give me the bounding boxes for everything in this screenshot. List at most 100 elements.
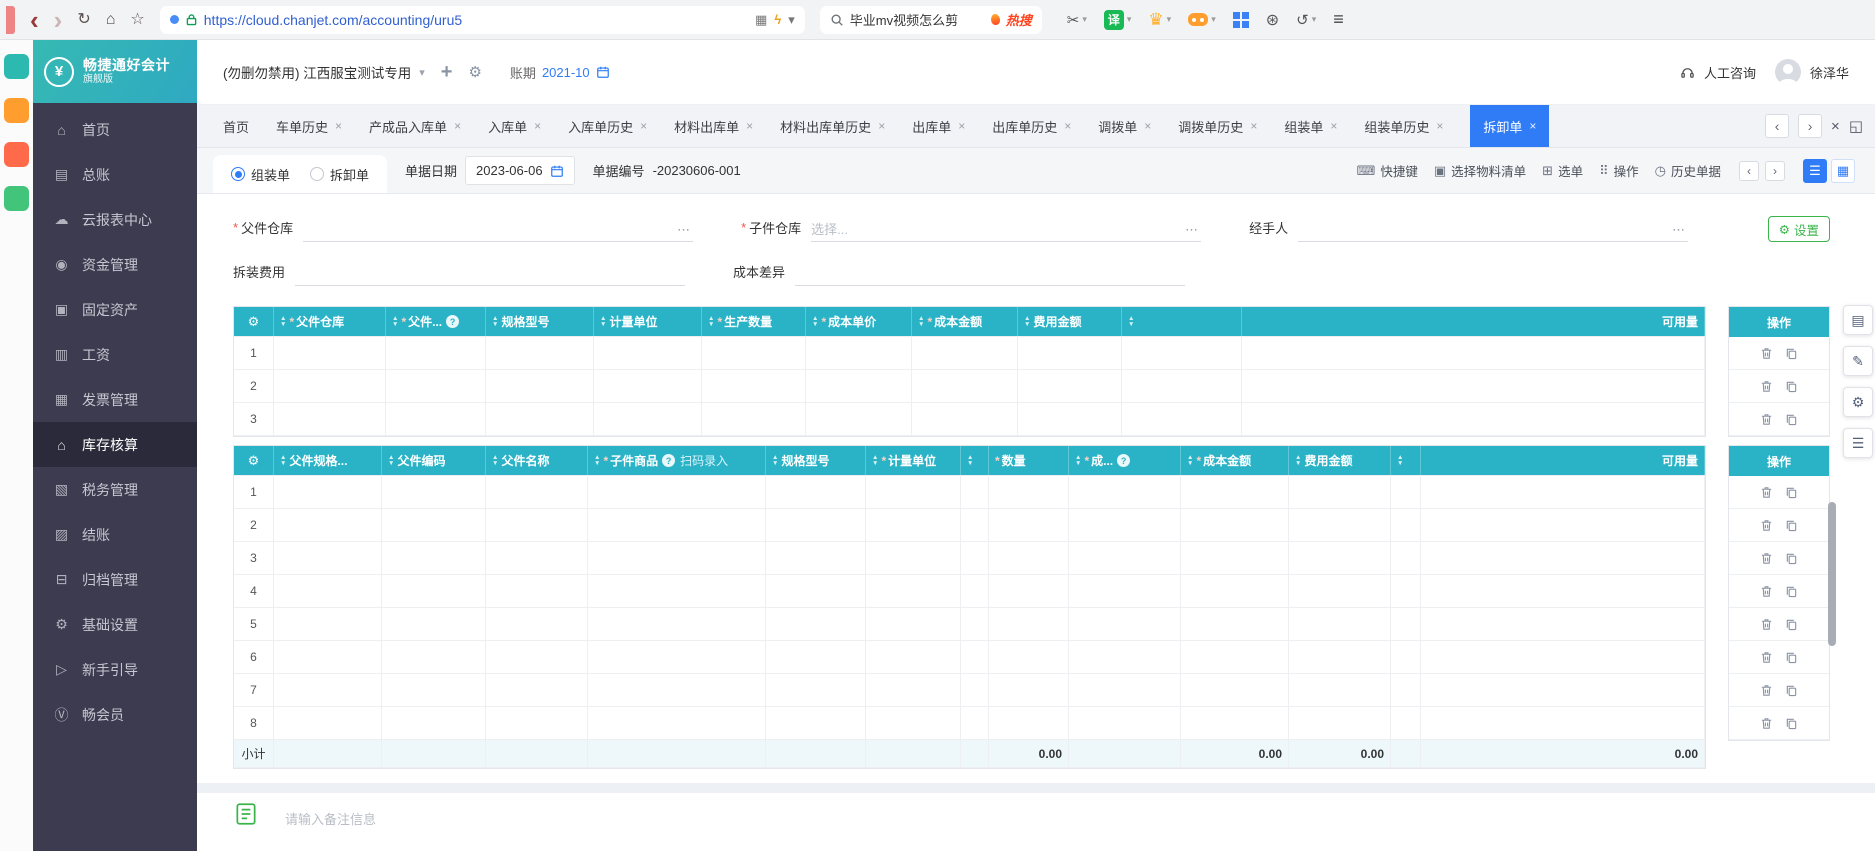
apps-grid-button[interactable] <box>1232 11 1249 28</box>
sort-icon[interactable] <box>1024 316 1030 327</box>
browser-search-box[interactable]: 毕业mv视频怎么剪 热搜 <box>819 5 1042 34</box>
copy-row-icon[interactable] <box>1785 684 1798 697</box>
table-cell[interactable] <box>274 370 386 402</box>
scan-entry-link[interactable]: 扫码录入 <box>680 452 728 469</box>
site-info-icon[interactable] <box>169 15 179 24</box>
delete-row-icon[interactable] <box>1760 413 1773 426</box>
shortcut-keys-action[interactable]: ⌨ 快捷键 <box>1357 161 1418 180</box>
table-cell[interactable] <box>702 370 806 402</box>
sidebar-item-云报表中心[interactable]: ☁ 云报表中心 <box>33 197 197 242</box>
next-record-button[interactable]: › <box>1765 160 1785 181</box>
table-cell[interactable] <box>588 707 766 739</box>
panel-note-button[interactable]: ✎ <box>1843 346 1873 376</box>
column-header-成本金额[interactable]: *成本金额 <box>1181 446 1289 475</box>
table-cell[interactable] <box>1289 674 1391 706</box>
copy-row-icon[interactable] <box>1785 618 1798 631</box>
delete-row-icon[interactable] <box>1760 486 1773 499</box>
table-cell[interactable] <box>806 337 912 369</box>
table-cell[interactable] <box>588 575 766 607</box>
table-cell[interactable] <box>961 575 989 607</box>
table-cell[interactable] <box>989 575 1069 607</box>
prev-record-button[interactable]: ‹ <box>1739 160 1759 181</box>
tab-入库单历史[interactable]: 入库单历史 × <box>568 105 647 147</box>
calendar-icon[interactable] <box>596 65 610 79</box>
copy-row-icon[interactable] <box>1785 585 1798 598</box>
column-header-可用量[interactable]: 可用量 <box>1421 446 1705 475</box>
table-cell[interactable] <box>1069 674 1181 706</box>
delete-row-icon[interactable] <box>1760 380 1773 393</box>
doc-type-option-组装单[interactable]: 组装单 <box>231 165 290 184</box>
copy-row-icon[interactable] <box>1785 552 1798 565</box>
table-cell[interactable] <box>989 707 1069 739</box>
table-cell[interactable] <box>766 542 866 574</box>
table-cell[interactable] <box>1181 575 1289 607</box>
table-cell[interactable] <box>912 403 1018 435</box>
table-cell[interactable] <box>1242 403 1705 435</box>
tab-close-icon[interactable]: × <box>1250 119 1257 133</box>
sort-icon[interactable] <box>812 316 818 327</box>
panel-assist-button[interactable]: ☰ <box>1843 428 1873 458</box>
panel-bill-button[interactable]: ▤ <box>1843 305 1873 335</box>
refresh-button[interactable]: ↻ <box>77 11 90 28</box>
add-account-set-button[interactable]: + <box>441 61 453 84</box>
table-cell[interactable] <box>1421 608 1705 640</box>
column-settings-icon[interactable]: ⚙ <box>234 307 274 336</box>
qr-code-icon[interactable]: ▦ <box>755 12 767 28</box>
table-cell[interactable] <box>989 674 1069 706</box>
sort-icon[interactable] <box>594 455 600 466</box>
copy-row-icon[interactable] <box>1785 717 1798 730</box>
period-value[interactable]: 2021-10 <box>542 65 590 80</box>
copy-row-icon[interactable] <box>1785 413 1798 426</box>
table-cell[interactable] <box>274 575 382 607</box>
table-cell[interactable] <box>1289 608 1391 640</box>
table-cell[interactable] <box>1391 674 1421 706</box>
table-cell[interactable] <box>382 542 486 574</box>
sort-icon[interactable] <box>872 455 878 466</box>
help-icon[interactable]: ? <box>1117 454 1131 467</box>
column-header-规格型号[interactable]: 规格型号 <box>766 446 866 475</box>
scissors-button[interactable]: ✂ ▾ <box>1067 11 1087 29</box>
table-cell[interactable] <box>382 707 486 739</box>
sort-icon[interactable] <box>280 455 286 466</box>
sidebar-item-发票管理[interactable]: ▦ 发票管理 <box>33 377 197 422</box>
sidebar-item-结账[interactable]: ▨ 结账 <box>33 512 197 557</box>
table-cell[interactable] <box>486 403 594 435</box>
table-cell[interactable] <box>594 337 702 369</box>
table-cell[interactable] <box>1391 707 1421 739</box>
delete-row-icon[interactable] <box>1760 519 1773 532</box>
doc-date-picker[interactable]: 2023-06-06 <box>465 156 575 185</box>
table-cell[interactable] <box>766 575 866 607</box>
table-cell[interactable] <box>382 575 486 607</box>
table-cell[interactable] <box>1242 370 1705 402</box>
home-button[interactable]: ⌂ <box>106 11 116 28</box>
table-cell[interactable] <box>1181 674 1289 706</box>
translate-button[interactable]: 译 ▾ <box>1103 9 1131 30</box>
more-icon[interactable]: ⋯ <box>1672 222 1686 238</box>
sidebar-item-总账[interactable]: ▤ 总账 <box>33 152 197 197</box>
tab-车单历史[interactable]: 车单历史 × <box>276 105 342 147</box>
table-cell[interactable] <box>702 337 806 369</box>
table-cell[interactable] <box>274 403 386 435</box>
table-cell[interactable] <box>866 608 961 640</box>
sidebar-item-工资[interactable]: ▥ 工资 <box>33 332 197 377</box>
delete-row-icon[interactable] <box>1760 651 1773 664</box>
table-cell[interactable] <box>1421 575 1705 607</box>
remark-note-button[interactable] <box>233 801 259 827</box>
tabs-scroll-left-button[interactable]: ‹ <box>1765 114 1790 138</box>
table-cell[interactable] <box>486 575 588 607</box>
sort-icon[interactable] <box>1128 316 1134 327</box>
column-header-父件名称[interactable]: 父件名称 <box>486 446 588 475</box>
sort-icon[interactable] <box>600 316 606 327</box>
field-input-子件仓库[interactable]: 选择... ⋯ <box>811 216 1202 242</box>
tab-入库单[interactable]: 入库单 × <box>488 105 541 147</box>
tab-组装单[interactable]: 组装单 × <box>1284 105 1337 147</box>
table-cell[interactable] <box>961 641 989 673</box>
back-button[interactable]: ‹ <box>30 7 39 33</box>
tab-材料出库单历史[interactable]: 材料出库单历史 × <box>780 105 885 147</box>
chevron-down-icon[interactable]: ▾ <box>788 12 795 28</box>
table-cell[interactable] <box>1018 370 1122 402</box>
copy-row-icon[interactable] <box>1785 651 1798 664</box>
table-cell[interactable] <box>961 476 989 508</box>
field-input-父件仓库[interactable]: ⋯ <box>303 216 694 242</box>
table-cell[interactable] <box>1181 509 1289 541</box>
